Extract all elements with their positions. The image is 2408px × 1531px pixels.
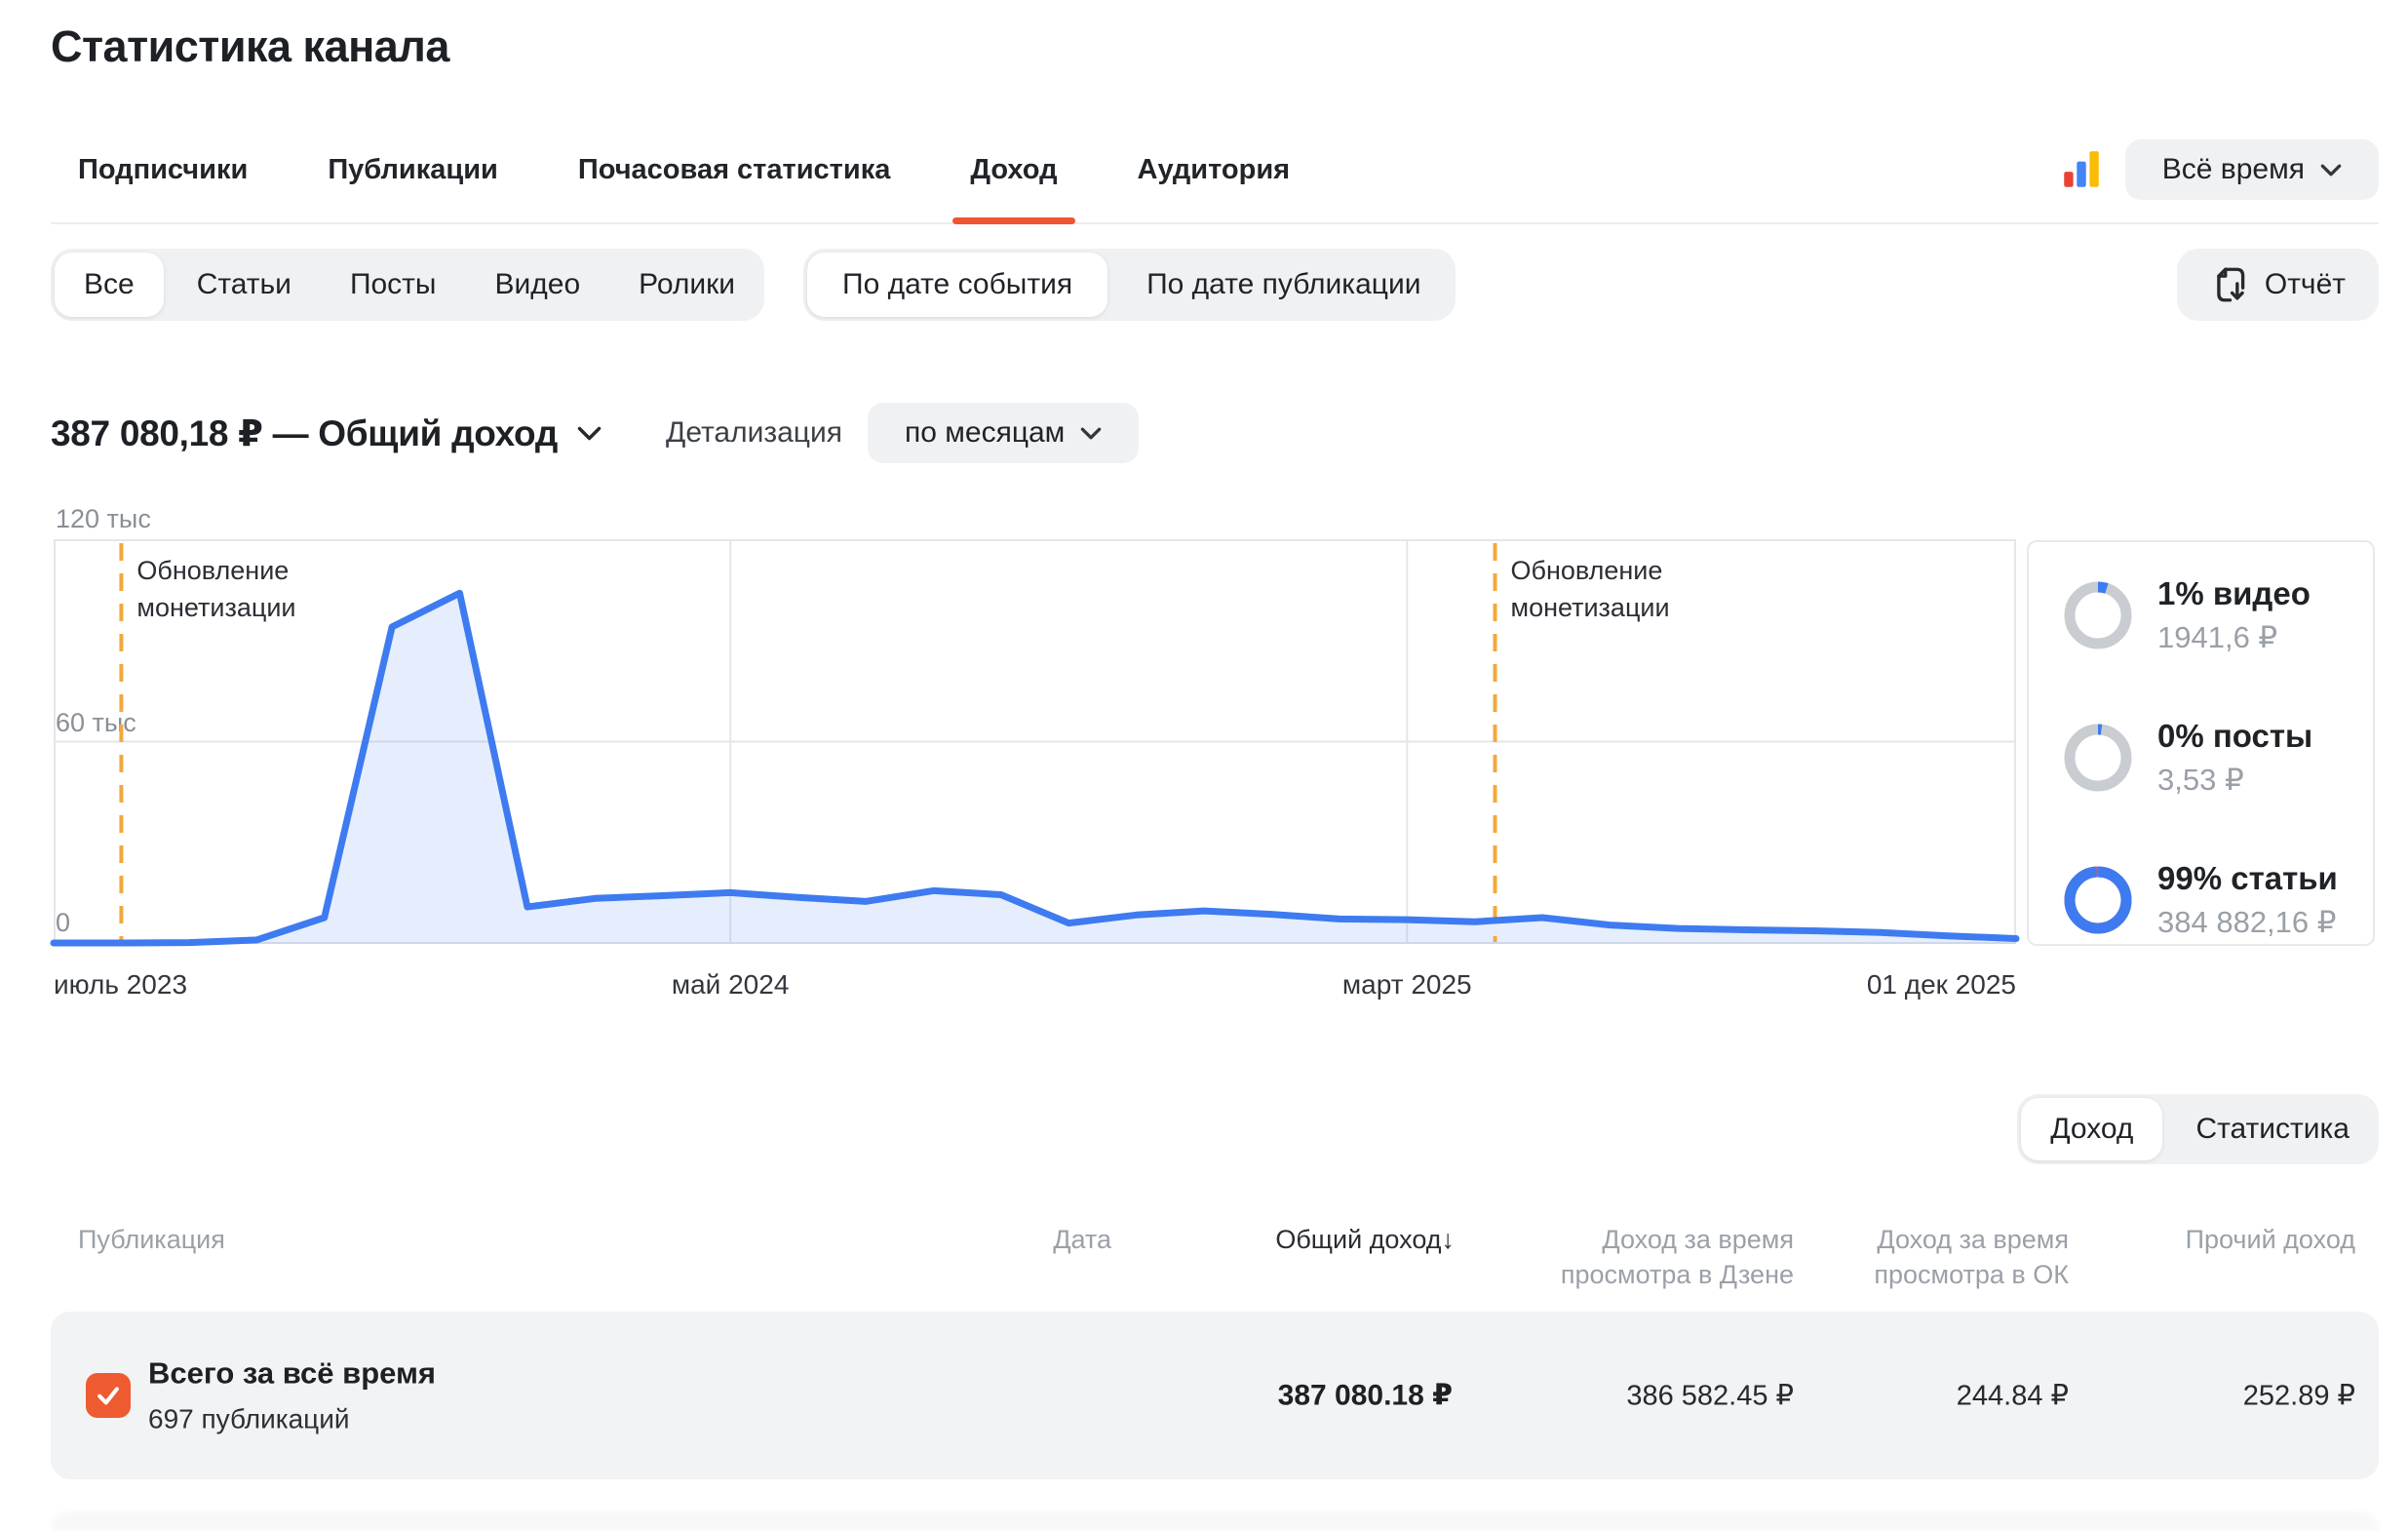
chevron-down-icon — [1081, 427, 1102, 439]
table-view-toggle: Доход Статистика — [2017, 1094, 2379, 1164]
revenue-metric-label: 387 080,18 ₽ — Общий доход — [51, 412, 559, 453]
filter-videos[interactable]: Видео — [466, 253, 610, 317]
cell-ok-view-revenue: 244.84 ₽ — [1956, 1380, 2069, 1412]
legend-item-video[interactable]: 1% видео 1941,6 ₽ — [2064, 575, 2353, 655]
report-download-icon — [2217, 267, 2245, 302]
tab-bar-right: Всё время — [2059, 139, 2379, 200]
column-header-total-revenue[interactable]: Общий доход↓ — [1275, 1223, 1455, 1258]
row-checkbox[interactable] — [86, 1373, 131, 1418]
column-header-dzen-view-revenue[interactable]: Доход за время просмотра в Дзене — [1561, 1223, 1794, 1292]
sort-desc-icon: ↓ — [1441, 1225, 1456, 1254]
revenue-metric-dropdown[interactable]: 387 080,18 ₽ — Общий доход — [51, 412, 602, 454]
legend-label-posts: 0% посты — [2157, 718, 2313, 754]
cell-total-revenue: 387 080.18 ₽ — [1277, 1379, 1453, 1412]
column-header-publication[interactable]: Публикация — [78, 1223, 225, 1258]
tab-hourly-stats[interactable]: Почасовая статистика — [578, 117, 891, 222]
period-select-button[interactable]: Всё время — [2124, 139, 2379, 200]
tabs: Подписчики Публикации Почасовая статисти… — [51, 117, 1291, 224]
x-axis-label-mar-2025: март 2025 — [1341, 969, 1472, 1000]
toggle-revenue[interactable]: Доход — [2021, 1098, 2163, 1160]
filter-articles[interactable]: Статьи — [168, 253, 321, 317]
content-type-filter: Все Статьи Посты Видео Ролики — [51, 249, 765, 321]
filter-by-event-date[interactable]: По дате события — [807, 253, 1108, 317]
next-row-preview — [51, 1511, 2379, 1531]
legend-item-articles[interactable]: 99% статьи 384 882,16 ₽ — [2064, 860, 2353, 940]
legend-label-articles: 99% статьи — [2157, 860, 2338, 896]
page-title: Статистика канала — [51, 21, 449, 71]
chevron-down-icon — [2320, 164, 2342, 176]
row-subtitle: 697 публикаций — [148, 1403, 350, 1434]
mini-bar-chart-icon — [2064, 151, 2099, 187]
donut-chart-articles — [2064, 866, 2132, 934]
filters-row: Все Статьи Посты Видео Ролики По дате со… — [51, 249, 2379, 321]
date-mode-filter: По дате события По дате публикации — [803, 249, 1456, 321]
cell-dzen-view-revenue: 386 582.45 ₽ — [1626, 1380, 1794, 1412]
filter-by-publication-date[interactable]: По дате публикации — [1111, 253, 1456, 317]
filter-shorts[interactable]: Ролики — [609, 253, 764, 317]
detail-select-button[interactable]: по месяцам — [868, 403, 1140, 463]
detail-label: Детализация — [666, 416, 842, 449]
detail-select-value: по месяцам — [905, 416, 1066, 449]
cell-other-revenue: 252.89 ₽ — [2242, 1380, 2355, 1412]
filter-all[interactable]: Все — [55, 253, 164, 317]
filter-posts[interactable]: Посты — [321, 253, 466, 317]
legend-amount-video: 1941,6 ₽ — [2157, 620, 2278, 654]
legend-amount-posts: 3,53 ₽ — [2157, 763, 2244, 797]
check-icon — [97, 1387, 119, 1405]
channel-statistics-page: Статистика канала Подписчики Публикации … — [0, 0, 2408, 1531]
monetization-update-note-1: Обновление монетизации — [136, 556, 296, 622]
y-axis-label-120k: 120 тыс — [56, 504, 151, 533]
row-title: Всего за всё время — [148, 1355, 436, 1391]
tab-publications[interactable]: Публикации — [328, 117, 498, 222]
chevron-down-icon — [577, 426, 602, 440]
revenue-breakdown-legend: 1% видео 1941,6 ₽ 0% посты 3,53 ₽ 99% ст… — [2027, 540, 2375, 946]
revenue-summary-row: 387 080,18 ₽ — Общий доход Детализация п… — [51, 402, 1140, 464]
table-row-total[interactable]: Всего за всё время 697 публикаций 387 08… — [51, 1312, 2379, 1479]
legend-amount-articles: 384 882,16 ₽ — [2157, 905, 2337, 939]
tab-subscribers[interactable]: Подписчики — [78, 117, 248, 222]
column-header-ok-view-revenue[interactable]: Доход за время просмотра в ОК — [1874, 1223, 2069, 1292]
x-axis-label-dec-2025: 01 дек 2025 — [1866, 969, 2016, 1000]
x-axis-label-may-2024: май 2024 — [671, 969, 790, 1000]
donut-chart-video — [2064, 581, 2132, 649]
tab-bar: Подписчики Публикации Почасовая статисти… — [51, 117, 2379, 224]
report-button[interactable]: Отчёт — [2176, 249, 2379, 321]
monetization-update-note-2: Обновление монетизации — [1510, 556, 1670, 622]
legend-item-posts[interactable]: 0% посты 3,53 ₽ — [2064, 718, 2353, 798]
tab-audience[interactable]: Аудитория — [1138, 117, 1291, 222]
tab-revenue[interactable]: Доход — [952, 117, 1075, 224]
column-header-other-revenue[interactable]: Прочий доход — [2186, 1223, 2355, 1258]
x-axis-label-jul-2023: июль 2023 — [54, 969, 188, 1000]
period-select-label: Всё время — [2161, 153, 2305, 185]
donut-chart-posts — [2064, 724, 2132, 792]
report-button-label: Отчёт — [2264, 268, 2346, 300]
toggle-statistics[interactable]: Статистика — [2166, 1098, 2379, 1160]
legend-label-video: 1% видео — [2157, 575, 2311, 611]
column-header-date[interactable]: Дата — [1053, 1223, 1111, 1258]
